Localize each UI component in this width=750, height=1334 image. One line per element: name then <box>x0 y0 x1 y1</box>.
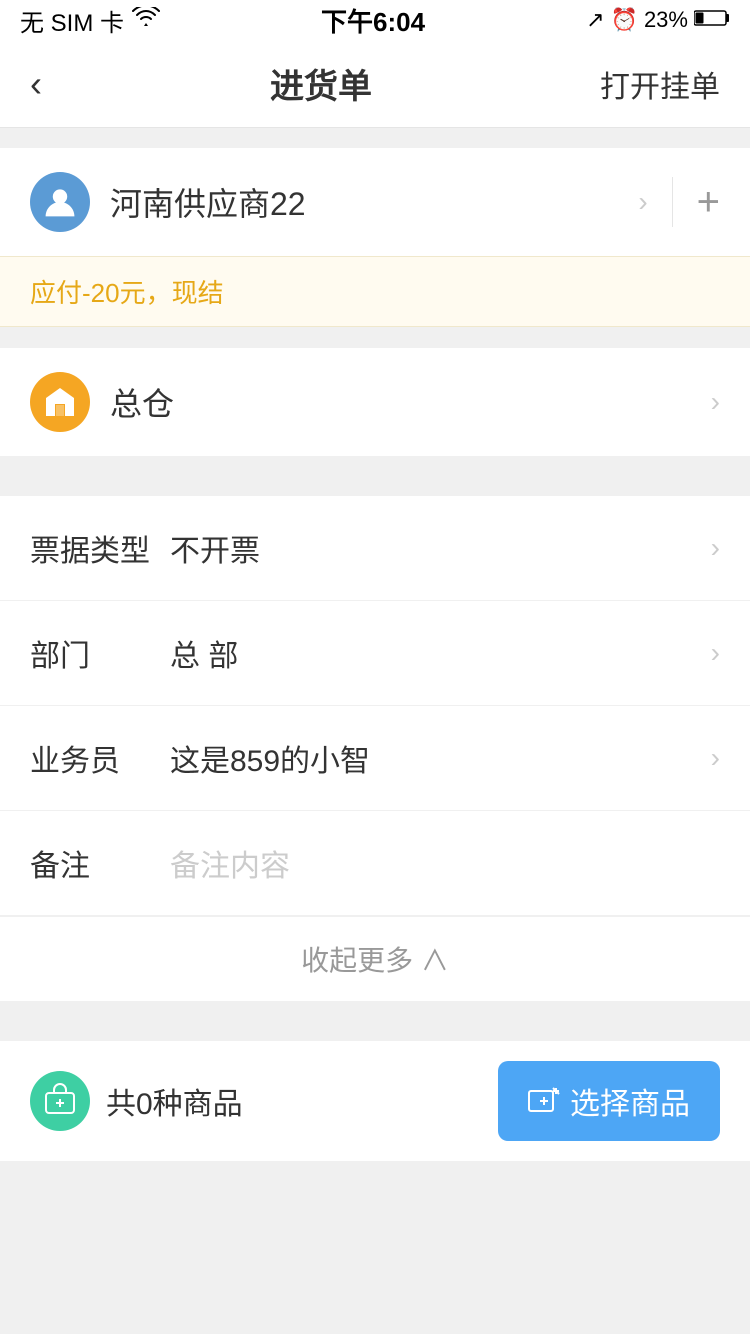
status-bar: 无 SIM 卡 下午6:04 ↗ ⏰ 23% <box>0 0 750 40</box>
product-count-label: 共0种商品 <box>106 1079 243 1123</box>
department-value: 总 部 <box>170 631 711 675</box>
notice-banner: 应付-20元，现结 <box>0 256 750 327</box>
select-product-icon <box>528 1087 560 1115</box>
department-chevron-icon: › <box>711 637 720 669</box>
remark-label: 备注 <box>30 841 170 885</box>
department-label: 部门 <box>30 631 170 675</box>
supplier-avatar <box>30 172 90 232</box>
notice-text: 应付-20元，现结 <box>30 278 224 308</box>
department-row[interactable]: 部门 总 部 › <box>0 601 750 706</box>
salesperson-row[interactable]: 业务员 这是859的小智 › <box>0 706 750 811</box>
section-gap-1 <box>0 128 750 148</box>
nav-bar: ‹ 进货单 打开挂单 <box>0 40 750 128</box>
bottom-bar: 共0种商品 选择商品 <box>0 1041 750 1161</box>
supplier-section: 河南供应商22 › + 应付-20元，现结 <box>0 148 750 327</box>
salesperson-chevron-icon: › <box>711 742 720 774</box>
product-icon-wrap <box>30 1071 90 1131</box>
sim-label: 无 SIM 卡 <box>20 3 124 38</box>
invoice-type-row[interactable]: 票据类型 不开票 › <box>0 496 750 601</box>
collapse-label: 收起更多 ∧ <box>301 939 449 979</box>
supplier-divider <box>672 177 673 227</box>
battery-icon <box>694 7 730 33</box>
invoice-type-value: 不开票 <box>170 526 711 570</box>
warehouse-row[interactable]: 总仓 › <box>0 347 750 456</box>
salesperson-label: 业务员 <box>30 736 170 780</box>
product-info: 共0种商品 <box>30 1071 243 1131</box>
warehouse-icon-wrap <box>30 372 90 432</box>
page-title: 进货单 <box>270 59 372 108</box>
salesperson-value: 这是859的小智 <box>170 736 711 780</box>
supplier-row[interactable]: 河南供应商22 › + <box>0 148 750 256</box>
product-icon <box>42 1083 78 1119</box>
wifi-icon <box>132 6 160 34</box>
back-button[interactable]: ‹ <box>30 63 42 105</box>
select-product-button[interactable]: 选择商品 <box>498 1061 720 1141</box>
alarm-icon: ⏰ <box>611 7 638 33</box>
open-pending-button[interactable]: 打开挂单 <box>600 62 720 106</box>
supplier-chevron-icon: › <box>638 186 647 218</box>
section-gap-3 <box>0 456 750 476</box>
warehouse-section: 总仓 › <box>0 347 750 456</box>
remark-row[interactable]: 备注 备注内容 <box>0 811 750 916</box>
invoice-type-label: 票据类型 <box>30 526 170 570</box>
warehouse-icon <box>42 384 78 420</box>
status-time: 下午6:04 <box>321 2 425 39</box>
collapse-button[interactable]: 收起更多 ∧ <box>0 916 750 1001</box>
status-right: ↗ ⏰ 23% <box>586 7 730 33</box>
location-icon: ↗ <box>586 7 604 33</box>
select-product-label: 选择商品 <box>570 1079 690 1123</box>
status-left: 无 SIM 卡 <box>20 3 160 38</box>
person-icon <box>42 184 78 220</box>
remark-input[interactable]: 备注内容 <box>170 841 720 885</box>
section-gap-4 <box>0 1001 750 1021</box>
supplier-name: 河南供应商22 <box>110 179 638 225</box>
battery-label: 23% <box>644 7 688 33</box>
invoice-type-chevron-icon: › <box>711 532 720 564</box>
add-supplier-button[interactable]: + <box>697 180 720 225</box>
warehouse-name: 总仓 <box>110 379 711 425</box>
warehouse-chevron-icon: › <box>711 386 720 418</box>
form-section: 票据类型 不开票 › 部门 总 部 › 业务员 这是859的小智 › 备注 备注… <box>0 496 750 1001</box>
section-gap-2 <box>0 327 750 347</box>
